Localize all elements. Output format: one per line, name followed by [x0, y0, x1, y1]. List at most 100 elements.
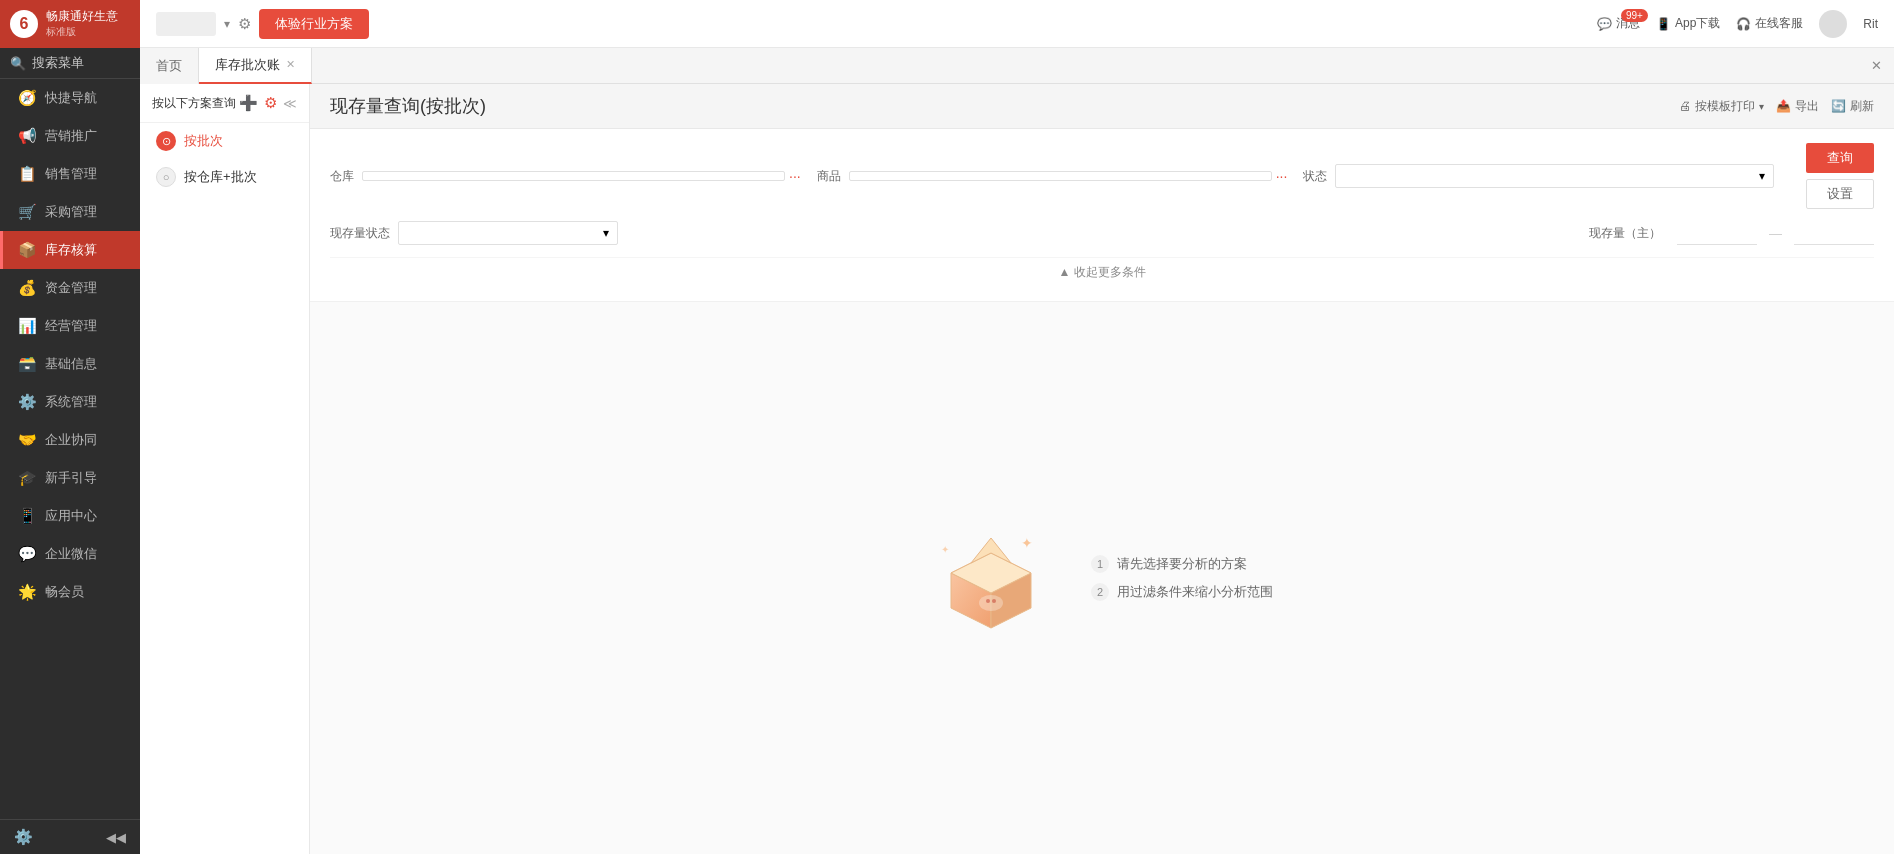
sidebar-item-label: 销售管理 [45, 165, 97, 183]
product-dots[interactable]: ··· [1276, 168, 1288, 184]
warehouse-input[interactable] [362, 171, 785, 181]
collapse-up-icon: ▲ [1058, 265, 1070, 279]
plan-label: 按仓库+批次 [184, 168, 257, 186]
company-name: 畅康通好生意 [46, 9, 118, 25]
service-label: 在线客服 [1755, 15, 1803, 32]
search-icon: 🔍 [10, 56, 26, 71]
collapse-panel-icon[interactable]: ≪ [283, 96, 297, 111]
tab-home[interactable]: 首页 [140, 48, 199, 84]
inventory-status-select[interactable]: ▾ [398, 221, 618, 245]
inventory-icon: 📦 [17, 241, 37, 259]
sidebar-item-label: 企业协同 [45, 431, 97, 449]
sidebar-header: 6 畅康通好生意 标准版 [0, 0, 140, 48]
sidebar-item-sales[interactable]: 📋 销售管理 [0, 155, 140, 193]
app-logo: 6 [10, 10, 38, 38]
search-menu[interactable]: 🔍 搜索菜单 [0, 48, 140, 79]
export-btn[interactable]: 📤 导出 [1776, 98, 1819, 115]
tip-item-1: 1 请先选择要分析的方案 [1091, 555, 1273, 573]
sidebar-item-system[interactable]: ⚙️ 系统管理 [0, 383, 140, 421]
sidebar-item-marketing[interactable]: 📢 营销推广 [0, 117, 140, 155]
sidebar-item-finance[interactable]: 💰 资金管理 [0, 269, 140, 307]
query-btn[interactable]: 查询 [1806, 143, 1874, 173]
page-header: 现存量查询(按批次) 🖨 按模板打印 ▾ 📤 导出 🔄 刷新 [310, 84, 1894, 129]
inventory-status-filter: 现存量状态 ▾ [330, 221, 1553, 245]
empty-tips: 1 请先选择要分析的方案 2 用过滤条件来缩小分析范围 [1091, 555, 1273, 601]
basic-icon: 🗃️ [17, 355, 37, 373]
warehouse-label: 仓库 [330, 168, 354, 185]
sidebar-item-quick-nav[interactable]: 🧭 快捷导航 [0, 79, 140, 117]
status-select[interactable]: ▾ [1335, 164, 1774, 188]
sidebar-item-purchase[interactable]: 🛒 采购管理 [0, 193, 140, 231]
settings-btn[interactable]: 设置 [1806, 179, 1874, 209]
product-input[interactable] [849, 171, 1272, 181]
warehouse-dots[interactable]: ··· [789, 168, 801, 184]
sidebar-item-label: 新手引导 [45, 469, 97, 487]
topbar-left: ▾ ⚙ 体验行业方案 [156, 9, 1585, 39]
add-plan-btn[interactable]: ➕ [239, 94, 258, 112]
plan-label: 按批次 [184, 132, 223, 150]
product-filter: 商品 ··· [817, 168, 1288, 185]
collapse-sidebar-icon[interactable]: ◀◀ [106, 830, 126, 845]
topbar-gear-icon[interactable]: ⚙ [238, 15, 251, 33]
current-qty-to[interactable] [1794, 222, 1874, 245]
warehouse-filter: 仓库 ··· [330, 168, 801, 185]
refresh-btn[interactable]: 🔄 刷新 [1831, 98, 1874, 115]
sidebar-item-label: 快捷导航 [45, 89, 97, 107]
panel-close-icon: ✕ [1871, 58, 1882, 73]
tip1-text: 请先选择要分析的方案 [1117, 555, 1247, 573]
service-icon: 🎧 [1736, 17, 1751, 31]
sidebar-item-label: 系统管理 [45, 393, 97, 411]
current-qty-from[interactable] [1677, 222, 1757, 245]
filter-area: 仓库 ··· 商品 ··· 状态 [310, 129, 1894, 302]
status-dropdown-icon: ▾ [1759, 169, 1765, 183]
collapse-filter-btn[interactable]: ▲ 收起更多条件 [330, 257, 1874, 287]
username-label: Rit [1863, 17, 1878, 31]
sidebar-item-label: 营销推广 [45, 127, 97, 145]
settings-icon[interactable]: ⚙️ [14, 828, 33, 846]
status-label: 状态 [1303, 168, 1327, 185]
tab-close-icon[interactable]: ✕ [286, 58, 295, 71]
online-service-btn[interactable]: 🎧 在线客服 [1736, 15, 1803, 32]
plan-settings-btn[interactable]: ⚙ [264, 94, 277, 112]
qty-separator: — [1769, 226, 1782, 241]
current-qty-label: 现存量（主） [1589, 225, 1661, 242]
sidebar-item-label: 基础信息 [45, 355, 97, 373]
plan-item-by-warehouse-batch[interactable]: ○ 按仓库+批次 [140, 159, 309, 195]
sidebar-item-wechat[interactable]: 💬 企业微信 [0, 535, 140, 573]
sidebar-item-member[interactable]: 🌟 畅会员 [0, 573, 140, 611]
app-download-btn[interactable]: 📱 App下载 [1656, 15, 1720, 32]
tab-panel-close-btn[interactable]: ✕ [1858, 48, 1894, 84]
current-qty-filter: 现存量（主） — [1589, 222, 1874, 245]
sidebar-item-basic[interactable]: 🗃️ 基础信息 [0, 345, 140, 383]
sidebar-item-apps[interactable]: 📱 应用中心 [0, 497, 140, 535]
filter-row-1: 仓库 ··· 商品 ··· 状态 [330, 143, 1874, 209]
empty-state: ✦ ✦ 1 请先选择要分析的方案 2 用过滤条件来缩小分析范围 [310, 302, 1894, 854]
tip2-text: 用过滤条件来缩小分析范围 [1117, 583, 1273, 601]
sidebar-item-enterprise[interactable]: 🤝 企业协同 [0, 421, 140, 459]
plan-icon-gray: ○ [156, 167, 176, 187]
user-avatar[interactable] [1819, 10, 1847, 38]
status-filter: 状态 ▾ [1303, 164, 1774, 188]
sidebar-item-label: 经营管理 [45, 317, 97, 335]
refresh-label: 刷新 [1850, 98, 1874, 115]
tab-batch-account[interactable]: 库存批次账 ✕ [199, 48, 312, 84]
wechat-icon: 💬 [17, 545, 37, 563]
sidebar-item-label: 畅会员 [45, 583, 84, 601]
panel-actions: ➕ ⚙ ≪ [239, 94, 297, 112]
sidebar-nav: 🧭 快捷导航 📢 营销推广 📋 销售管理 🛒 采购管理 📦 库存核算 💰 资金管… [0, 79, 140, 819]
plan-icon-red: ⊙ [156, 131, 176, 151]
breadcrumb-dropdown-icon[interactable]: ▾ [224, 17, 230, 31]
sidebar-item-operations[interactable]: 📊 经营管理 [0, 307, 140, 345]
message-icon: 💬 [1597, 17, 1612, 31]
export-label: 导出 [1795, 98, 1819, 115]
topbar: ▾ ⚙ 体验行业方案 💬 消息 99+ 📱 App下载 🎧 在线客服 Rit [140, 0, 1894, 48]
sidebar-item-guide[interactable]: 🎓 新手引导 [0, 459, 140, 497]
sidebar-item-inventory[interactable]: 📦 库存核算 [0, 231, 140, 269]
message-btn[interactable]: 💬 消息 99+ [1597, 15, 1640, 32]
trial-btn[interactable]: 体验行业方案 [259, 9, 369, 39]
plan-item-by-batch[interactable]: ⊙ 按批次 [140, 123, 309, 159]
inventory-status-label: 现存量状态 [330, 225, 390, 242]
print-template-btn[interactable]: 🖨 按模板打印 ▾ [1679, 98, 1764, 115]
svg-text:✦: ✦ [941, 544, 949, 555]
sidebar-item-label: 应用中心 [45, 507, 97, 525]
